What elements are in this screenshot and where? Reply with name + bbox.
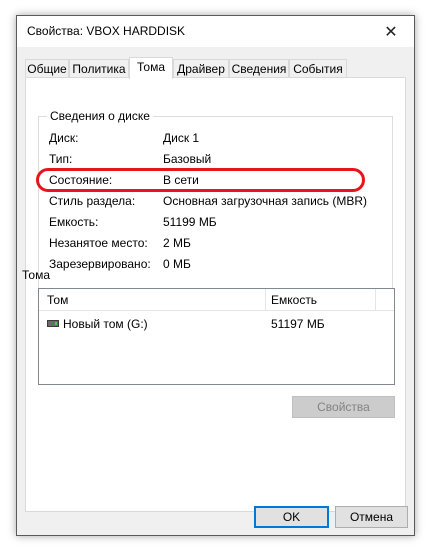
volume-name: Новый том (G:) xyxy=(63,317,148,331)
capacity-value: 51199 МБ xyxy=(163,215,217,229)
properties-dialog: Свойства: VBOX HARDDISK ✕ Общие Политика… xyxy=(16,15,415,536)
volume-capacity: 51197 МБ xyxy=(271,317,325,331)
drive-icon xyxy=(47,320,59,328)
volume-name-cell: Новый том (G:) xyxy=(47,317,148,331)
partition-style-label: Стиль раздела: xyxy=(49,194,136,208)
volumes-list-header: Том Емкость xyxy=(39,289,394,311)
ok-button[interactable]: OK xyxy=(254,506,329,528)
column-capacity[interactable]: Емкость xyxy=(271,293,317,307)
window-title: Свойства: VBOX HARDDISK xyxy=(27,24,186,38)
properties-button[interactable]: Свойства xyxy=(292,396,395,418)
tab-general[interactable]: Общие xyxy=(25,59,69,77)
type-label: Тип: xyxy=(49,152,73,166)
partition-style-value: Основная загрузочная запись (MBR) xyxy=(163,194,368,208)
close-icon: ✕ xyxy=(384,23,398,41)
tab-details[interactable]: Сведения xyxy=(229,59,289,77)
tab-policy[interactable]: Политика xyxy=(69,59,129,77)
column-separator[interactable] xyxy=(265,289,266,310)
type-value: Базовый xyxy=(163,152,212,166)
partition-style-highlight xyxy=(36,168,365,192)
capacity-label: Емкость: xyxy=(49,215,99,229)
reserved-value: 0 МБ xyxy=(163,257,191,271)
reserved-label: Зарезервировано: xyxy=(49,257,151,271)
title-bar: Свойства: VBOX HARDDISK ✕ xyxy=(17,16,414,47)
volumes-list[interactable]: Том Емкость Новый том (G:) 51197 МБ xyxy=(38,288,395,385)
tab-driver[interactable]: Драйвер xyxy=(173,59,229,77)
column-separator[interactable] xyxy=(375,289,376,310)
tab-volumes[interactable]: Тома xyxy=(129,57,173,79)
unallocated-value: 2 МБ xyxy=(163,236,191,250)
unallocated-label: Незанятое место: xyxy=(49,236,148,250)
volumes-title: Тома xyxy=(22,268,50,282)
cancel-button[interactable]: Отмена xyxy=(335,506,408,528)
list-item[interactable]: Новый том (G:) 51197 МБ xyxy=(39,314,394,332)
disk-info-title: Сведения о диске xyxy=(47,109,153,123)
disk-label: Диск: xyxy=(49,131,79,145)
column-volume[interactable]: Том xyxy=(47,293,68,307)
close-button[interactable]: ✕ xyxy=(368,16,414,47)
disk-value: Диск 1 xyxy=(163,131,200,145)
tab-events[interactable]: События xyxy=(289,59,347,77)
